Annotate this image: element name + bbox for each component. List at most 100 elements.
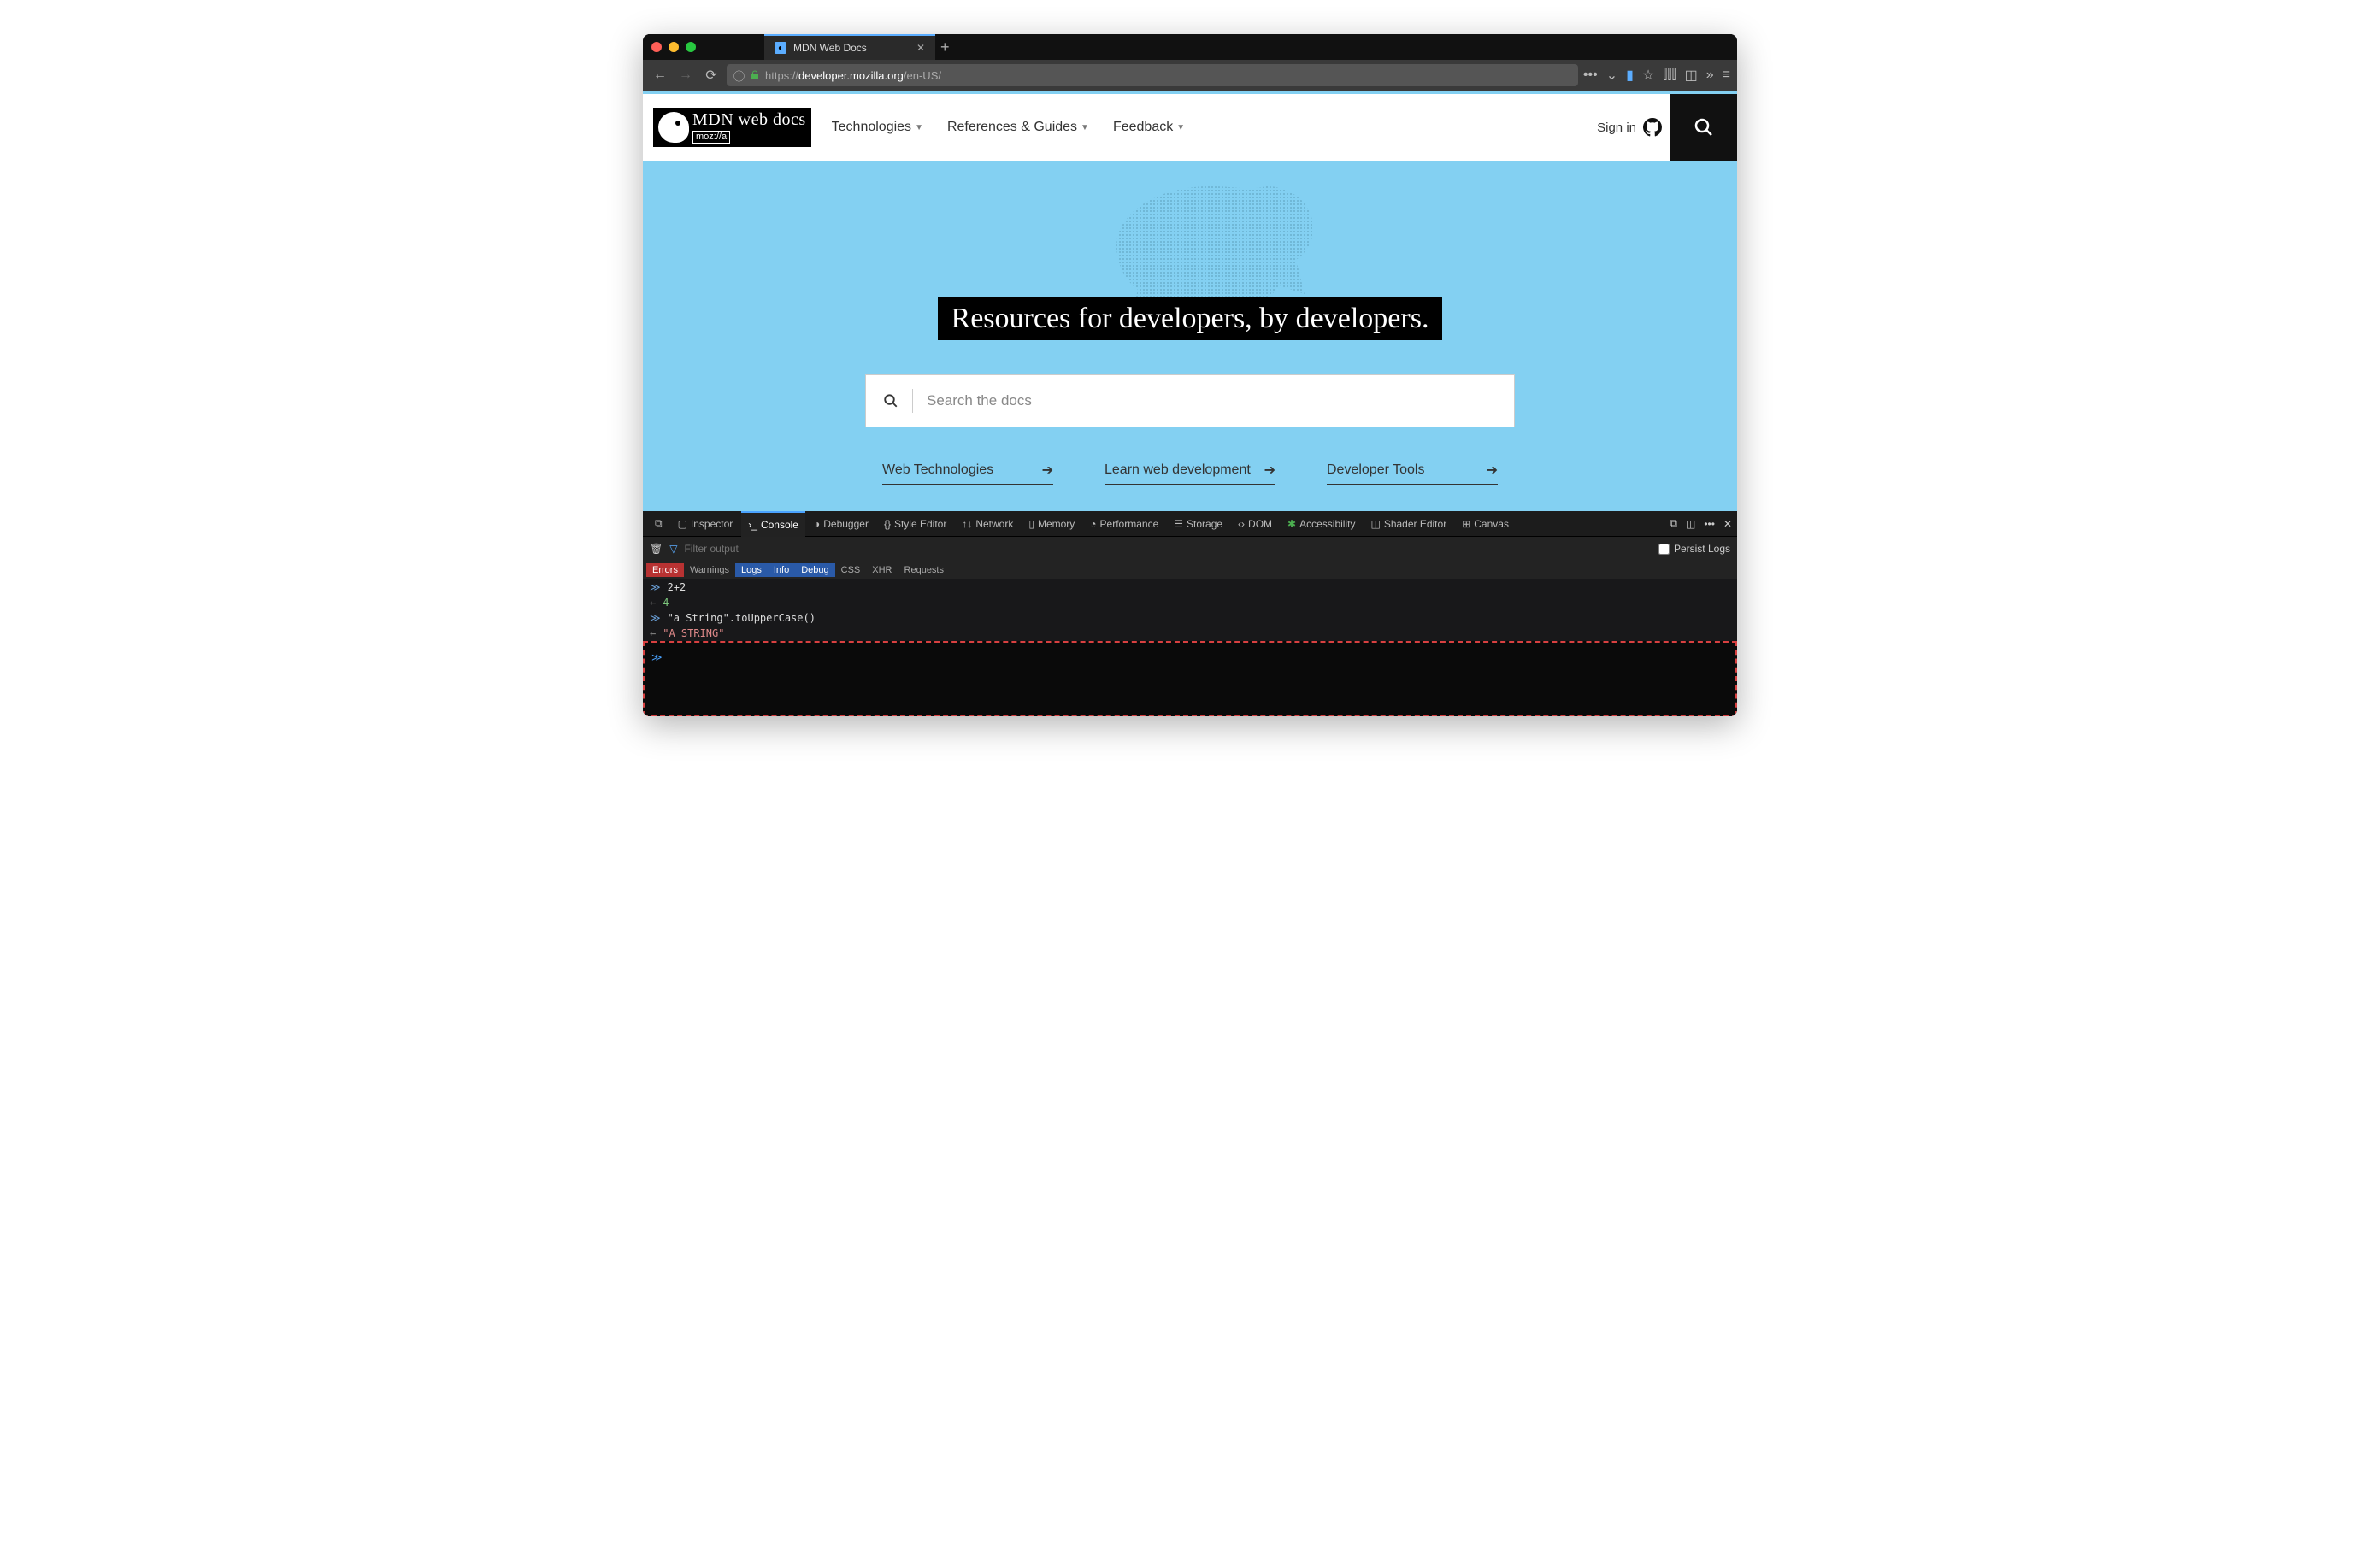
overflow-icon[interactable]: » <box>1706 68 1714 83</box>
devtools-tab-shader-editor[interactable]: ◫Shader Editor <box>1364 511 1453 537</box>
dino-icon <box>658 112 689 143</box>
tab-icon: ◑ <box>814 518 820 530</box>
input-chevron-icon: ≫ <box>650 612 661 624</box>
devtools-tab-performance[interactable]: ◔Performance <box>1083 511 1165 537</box>
persist-logs-toggle[interactable]: Persist Logs <box>1658 543 1730 555</box>
tab-icon: ▢ <box>678 518 687 530</box>
arrow-right-icon: ➔ <box>1487 462 1498 479</box>
filter-errors[interactable]: Errors <box>646 563 684 577</box>
minimize-window-button[interactable] <box>669 42 679 52</box>
mdn-logo[interactable]: MDN web docs moz://a <box>653 108 811 147</box>
tab-icon: ◔ <box>1090 518 1096 530</box>
devtools-tab-storage[interactable]: ☰Storage <box>1167 511 1229 537</box>
iframe-picker-icon[interactable]: ⧉ <box>648 511 669 537</box>
devtools-tab-network[interactable]: ↑↓Network <box>955 511 1020 537</box>
nav-technologies[interactable]: Technologies▼ <box>832 120 923 135</box>
devtools-tab-canvas[interactable]: ⊞Canvas <box>1455 511 1516 537</box>
lock-icon <box>750 70 760 80</box>
devtools-tab-accessibility[interactable]: ✱Accessibility <box>1281 511 1362 537</box>
search-icon <box>883 393 898 409</box>
filter-input[interactable] <box>684 543 1652 555</box>
reload-button[interactable]: ⟳ <box>701 67 722 84</box>
close-devtools-button[interactable]: ✕ <box>1723 518 1732 530</box>
back-button[interactable]: ← <box>650 68 670 83</box>
chevron-down-icon: ▼ <box>915 123 923 132</box>
tab-icon: ✱ <box>1287 518 1296 530</box>
extension-icon[interactable]: ▮ <box>1626 67 1634 84</box>
toolbar: ← → ⟳ ⓘ https://developer.mozilla.org/en… <box>643 60 1737 91</box>
filter-xhr[interactable]: XHR <box>866 563 898 577</box>
persist-logs-checkbox[interactable] <box>1658 544 1670 555</box>
nav-references[interactable]: References & Guides▼ <box>947 120 1089 135</box>
prompt-icon: ≫ <box>651 651 663 663</box>
console-output-line: ←"A STRING" <box>643 626 1737 641</box>
separator <box>912 389 913 413</box>
filter-css[interactable]: CSS <box>835 563 867 577</box>
tab-icon: ◫ <box>1370 518 1380 530</box>
dock-icon[interactable]: ◫ <box>1686 518 1695 530</box>
tab-icon: ↑↓ <box>962 518 972 530</box>
main-nav: Technologies▼ References & Guides▼ Feedb… <box>832 120 1185 135</box>
maximize-window-button[interactable] <box>686 42 696 52</box>
devtools-tab-console[interactable]: ›_Console <box>741 511 805 537</box>
link-developer-tools[interactable]: Developer Tools➔ <box>1327 462 1498 485</box>
filter-warnings[interactable]: Warnings <box>684 563 735 577</box>
devtools-tab-debugger[interactable]: ◑Debugger <box>807 511 875 537</box>
more-icon[interactable]: ••• <box>1583 68 1598 83</box>
browser-window: ◐ MDN Web Docs ✕ + ← → ⟳ ⓘ https://devel… <box>643 34 1737 716</box>
github-icon <box>1643 118 1662 137</box>
filter-info[interactable]: Info <box>768 563 795 577</box>
bookmark-icon[interactable]: ☆ <box>1642 67 1654 84</box>
console-categories: ErrorsWarningsLogsInfoDebugCSSXHRRequest… <box>643 561 1737 579</box>
open-search-button[interactable] <box>1670 94 1737 161</box>
info-icon[interactable]: ⓘ <box>733 68 745 84</box>
tab-icon: {} <box>884 518 891 530</box>
close-tab-button[interactable]: ✕ <box>916 42 925 54</box>
output-arrow-icon: ← <box>650 597 656 609</box>
window-controls <box>651 42 696 52</box>
console-input-line: ≫"a String".toUpperCase() <box>643 610 1737 626</box>
responsive-mode-icon[interactable]: ⧉ <box>1670 517 1677 530</box>
hero-title: Resources for developers, by developers. <box>938 297 1443 340</box>
chevron-down-icon: ▼ <box>1176 123 1185 132</box>
site-header: MDN web docs moz://a Technologies▼ Refer… <box>643 94 1737 161</box>
filter-icon[interactable]: ▽ <box>669 543 677 555</box>
toolbar-right-icons: ••• ⌄ ▮ ☆ ⫿⫿⫿ ◫ » ≡ <box>1583 67 1730 84</box>
tab-icon: ▯ <box>1028 518 1034 530</box>
devtools-tabs: ⧉ ▢Inspector›_Console◑Debugger{}Style Ed… <box>643 511 1737 537</box>
arrow-right-icon: ➔ <box>1264 462 1275 479</box>
forward-button[interactable]: → <box>675 68 696 83</box>
quick-links: Web Technologies➔ Learn web development➔… <box>660 462 1720 485</box>
console-input-line: ≫2+2 <box>643 579 1737 595</box>
link-learn-web-dev[interactable]: Learn web development➔ <box>1105 462 1275 485</box>
hero: Resources for developers, by developers.… <box>643 161 1737 511</box>
console-input-area[interactable]: ≫ <box>643 641 1737 716</box>
search-input[interactable] <box>927 392 1497 409</box>
url-text: https://developer.mozilla.org/en-US/ <box>765 69 1571 82</box>
filter-requests[interactable]: Requests <box>898 563 950 577</box>
chevron-down-icon: ▼ <box>1081 123 1089 132</box>
browser-tab[interactable]: ◐ MDN Web Docs ✕ <box>764 34 935 60</box>
address-bar[interactable]: ⓘ https://developer.mozilla.org/en-US/ <box>727 64 1578 86</box>
close-window-button[interactable] <box>651 42 662 52</box>
new-tab-button[interactable]: + <box>940 38 950 56</box>
link-web-technologies[interactable]: Web Technologies➔ <box>882 462 1053 485</box>
devtools-tab-dom[interactable]: ‹›DOM <box>1231 511 1279 537</box>
menu-icon[interactable]: ≡ <box>1723 68 1730 83</box>
sign-in-link[interactable]: Sign in <box>1597 118 1670 137</box>
nav-feedback[interactable]: Feedback▼ <box>1113 120 1185 135</box>
input-chevron-icon: ≫ <box>650 581 661 593</box>
filter-debug[interactable]: Debug <box>795 563 834 577</box>
sidebar-icon[interactable]: ◫ <box>1685 67 1698 84</box>
devtools-tab-style-editor[interactable]: {}Style Editor <box>877 511 953 537</box>
logo-text-bottom: moz://a <box>692 131 730 144</box>
library-icon[interactable]: ⫿⫿⫿ <box>1663 68 1676 83</box>
pocket-icon[interactable]: ⌄ <box>1606 67 1617 84</box>
filter-logs[interactable]: Logs <box>735 563 768 577</box>
console-log: ≫2+2←4≫"a String".toUpperCase()←"A STRIN… <box>643 579 1737 641</box>
more-tools-icon[interactable]: ••• <box>1704 518 1715 530</box>
devtools-tab-inspector[interactable]: ▢Inspector <box>671 511 740 537</box>
devtools-tab-memory[interactable]: ▯Memory <box>1022 511 1081 537</box>
trash-icon[interactable]: 🗑 <box>650 543 663 555</box>
output-arrow-icon: ← <box>650 627 656 639</box>
